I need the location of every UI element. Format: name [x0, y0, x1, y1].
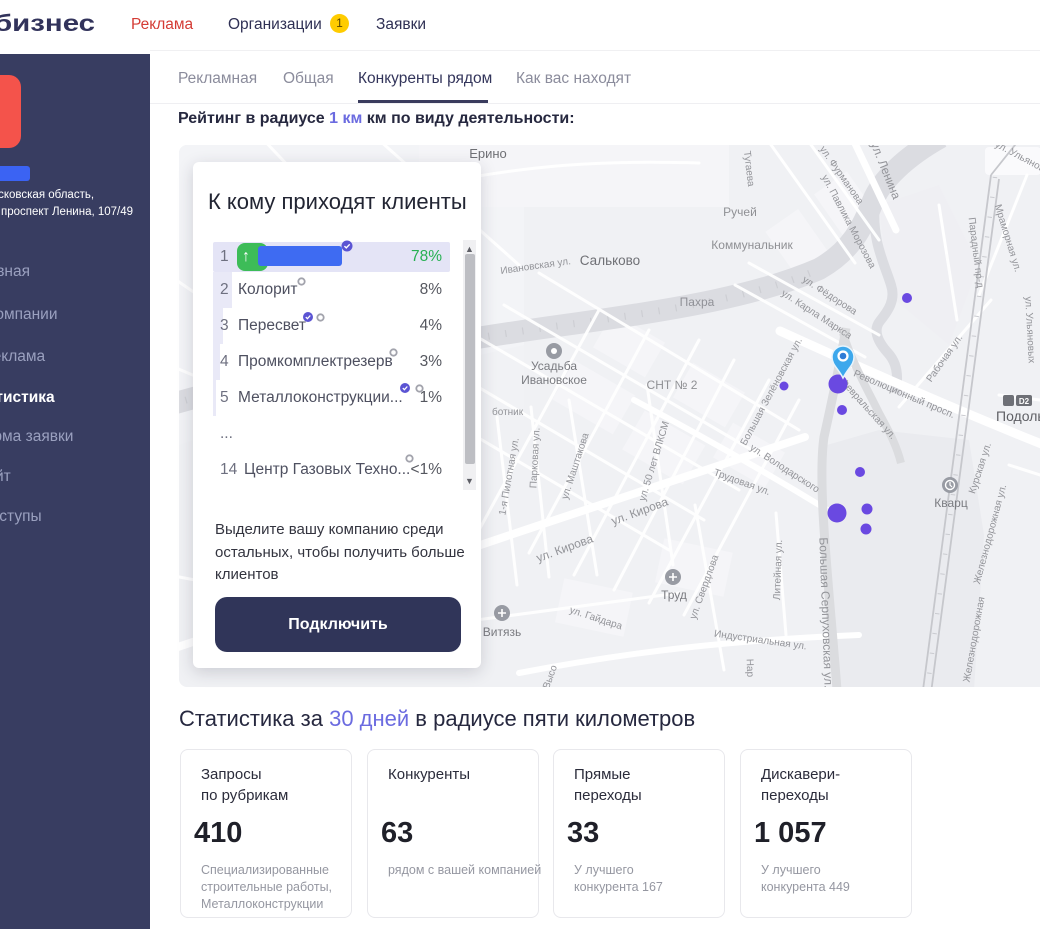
- svg-text:D2: D2: [1019, 397, 1030, 406]
- svg-text:СНТ № 2: СНТ № 2: [647, 378, 698, 392]
- svg-text:Нар: Нар: [744, 659, 756, 678]
- svg-text:Литейная ул.: Литейная ул.: [772, 540, 785, 601]
- svg-text:Пахра: Пахра: [680, 295, 715, 309]
- svg-text:Коммунальник: Коммунальник: [711, 238, 793, 252]
- svg-text:Витязь: Витязь: [483, 625, 521, 639]
- svg-text:Ручей: Ручей: [723, 205, 757, 219]
- svg-text:ботник: ботник: [492, 406, 524, 418]
- svg-text:Кварц: Кварц: [934, 496, 968, 510]
- svg-text:Усадьба: Усадьба: [531, 359, 577, 373]
- svg-text:Ерино: Ерино: [469, 146, 507, 161]
- svg-text:Труд: Труд: [661, 588, 687, 602]
- svg-text:Сальково: Сальково: [580, 253, 640, 268]
- svg-text:Подольск: Подольск: [996, 408, 1040, 424]
- svg-text:Ивановское: Ивановское: [521, 373, 587, 387]
